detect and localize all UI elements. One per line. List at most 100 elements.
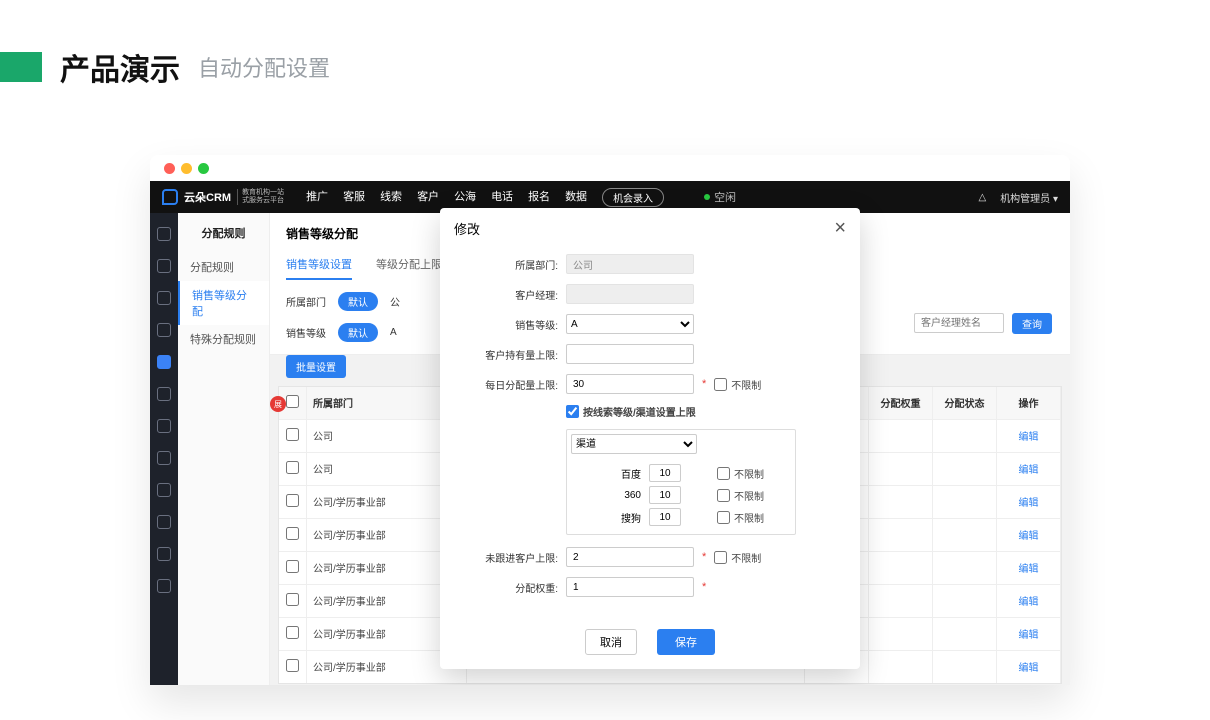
nav-right: △ 机构管理员 ▾ [978,190,1058,205]
label-level: 销售等级: [468,317,558,332]
bell-icon[interactable]: △ [978,192,986,203]
logo-text: 云朵CRM [184,189,231,205]
close-window-icon[interactable] [164,163,175,174]
row-checkbox[interactable] [279,486,307,518]
filter-level-pill[interactable]: 默认 [338,323,378,342]
input-unfollow[interactable] [566,547,694,567]
row-checkbox[interactable] [279,420,307,452]
save-button[interactable]: 保存 [657,629,715,655]
row-edit-link[interactable]: 编辑 [997,486,1061,518]
search-button[interactable]: 查询 [1012,313,1052,334]
rail-icon[interactable] [157,291,171,305]
row-weight [869,519,933,551]
header-col-status: 分配状态 [933,387,997,419]
row-weight [869,420,933,452]
row-checkbox[interactable] [279,453,307,485]
nav-item[interactable]: 客户 [417,188,439,207]
slide-subtitle: 自动分配设置 [198,51,330,83]
row-edit-link[interactable]: 编辑 [997,618,1061,650]
rail-icon[interactable] [157,579,171,593]
row-status [933,519,997,551]
secondary-nav-item-active[interactable]: 销售等级分配 [178,281,269,325]
channel-name: 搜狗 [607,510,641,525]
filter-dept-value: 公 [390,294,400,309]
nav-item[interactable]: 电话 [491,188,513,207]
channel-value-input[interactable] [649,508,681,526]
form-row-manager: 客户经理: [468,284,832,304]
rail-icon[interactable] [157,451,171,465]
form-row-by-channel: 按线索等级/渠道设置上限 [566,404,832,419]
row-checkbox[interactable] [279,552,307,584]
nav-item[interactable]: 报名 [528,188,550,207]
channel-unlimited-checkbox[interactable]: 不限制 [717,510,764,525]
rail-icon-active[interactable] [157,355,171,369]
input-daily[interactable] [566,374,694,394]
row-checkbox[interactable] [279,618,307,650]
channel-value-input[interactable] [649,486,681,504]
nav-item[interactable]: 数据 [565,188,587,207]
row-edit-link[interactable]: 编辑 [997,519,1061,551]
channel-name: 360 [607,490,641,501]
label-dept: 所属部门: [468,257,558,272]
channel-unlimited-checkbox[interactable]: 不限制 [717,488,764,503]
slide-title: 产品演示 [60,45,180,89]
row-edit-link[interactable]: 编辑 [997,585,1061,617]
accent-block [0,52,42,82]
nav-item[interactable]: 客服 [343,188,365,207]
label-daily: 每日分配量上限: [468,377,558,392]
channel-unlimited-checkbox[interactable]: 不限制 [717,466,764,481]
user-menu[interactable]: 机构管理员 ▾ [1000,190,1058,205]
row-weight [869,618,933,650]
input-weight[interactable] [566,577,694,597]
required-marker: * [702,551,706,563]
close-icon[interactable]: × [834,218,846,238]
rail-icon[interactable] [157,515,171,529]
rail-icon[interactable] [157,419,171,433]
nav-item[interactable]: 线索 [380,188,402,207]
nav-item[interactable]: 推广 [306,188,328,207]
secondary-nav-item[interactable]: 分配规则 [178,253,269,281]
logo[interactable]: 云朵CRM 教育机构一站式服务云平台 [162,189,284,205]
rail-icon[interactable] [157,547,171,561]
input-dept [566,254,694,274]
slide-header: 产品演示 自动分配设置 [0,0,1210,89]
secondary-nav-title: 分配规则 [178,225,269,253]
nav-item[interactable]: 公海 [454,188,476,207]
channel-select[interactable]: 渠道 [571,434,697,454]
by-channel-checkbox[interactable]: 按线索等级/渠道设置上限 [566,404,696,419]
channel-row: 搜狗 不限制 [607,508,791,526]
rail-icon[interactable] [157,323,171,337]
minimize-window-icon[interactable] [181,163,192,174]
rail-icon[interactable] [157,483,171,497]
bulk-settings-button[interactable]: 批量设置 [286,355,346,378]
row-checkbox[interactable] [279,585,307,617]
channel-panel: 渠道 百度不限制360不限制搜狗不限制 [566,429,796,535]
tab-level-limit[interactable]: 等级分配上限 [376,250,442,280]
rail-icon[interactable] [157,387,171,401]
entry-button[interactable]: 机会录入 [602,188,664,207]
input-hold-cap[interactable] [566,344,694,364]
select-level[interactable]: A [566,314,694,334]
secondary-nav-item[interactable]: 特殊分配规则 [178,325,269,353]
unlimited-checkbox[interactable]: 不限制 [714,377,761,392]
form-row-dept: 所属部门: [468,254,832,274]
unlimited-checkbox[interactable]: 不限制 [714,550,761,565]
red-badge[interactable]: 展 [270,396,286,412]
channel-value-input[interactable] [649,464,681,482]
manager-search-input[interactable] [914,313,1004,333]
left-rail [150,213,178,685]
row-weight [869,651,933,683]
rail-icon[interactable] [157,259,171,273]
row-edit-link[interactable]: 编辑 [997,552,1061,584]
row-edit-link[interactable]: 编辑 [997,420,1061,452]
filter-dept-pill[interactable]: 默认 [338,292,378,311]
tab-level-settings[interactable]: 销售等级设置 [286,250,352,280]
maximize-window-icon[interactable] [198,163,209,174]
row-checkbox[interactable] [279,519,307,551]
row-edit-link[interactable]: 编辑 [997,453,1061,485]
rail-icon[interactable] [157,227,171,241]
row-checkbox[interactable] [279,651,307,683]
row-edit-link[interactable]: 编辑 [997,651,1061,683]
window-controls [150,155,1070,181]
cancel-button[interactable]: 取消 [585,629,637,655]
